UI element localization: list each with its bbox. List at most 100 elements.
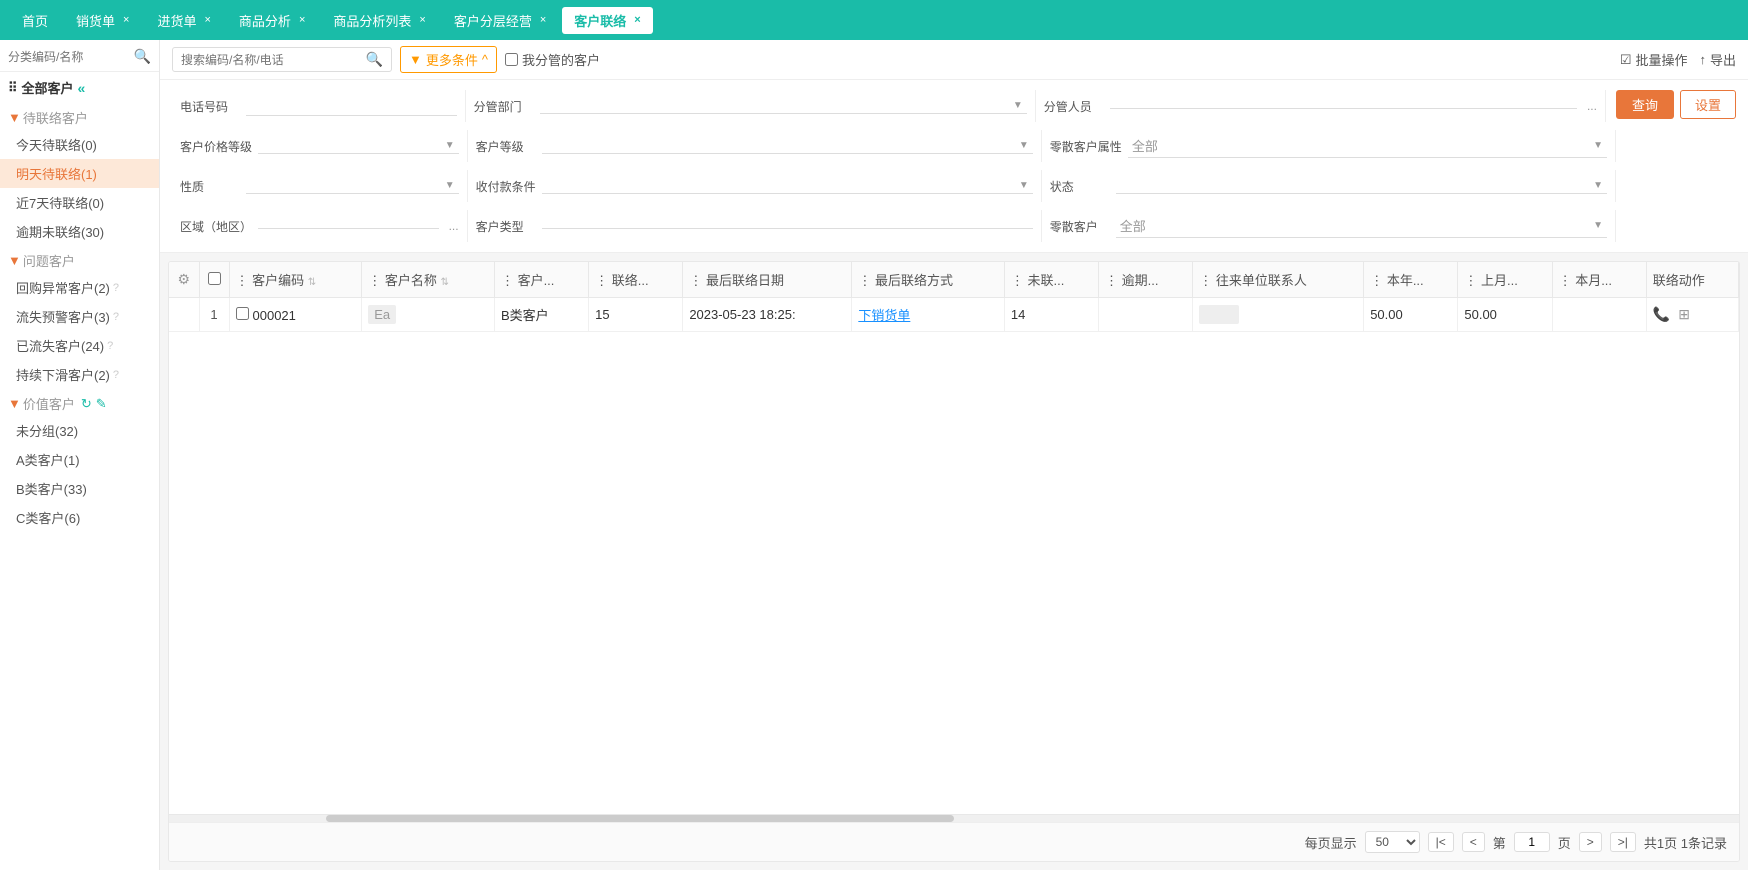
nav-customer-contact-close-icon[interactable]: × <box>634 14 640 26</box>
col-last-date: ⋮ 最后联络日期 <box>683 262 852 298</box>
filter-status: 状态 ▼ <box>1042 170 1616 202</box>
prev-page-btn[interactable]: < <box>1462 832 1485 852</box>
sort-code-icon[interactable]: ⇅ <box>308 277 316 288</box>
filter-region-ellipsis[interactable]: ... <box>449 219 459 233</box>
sidebar-week-contact[interactable]: 近7天待联络(0) <box>0 188 159 217</box>
filter-phone-input[interactable] <box>246 97 457 116</box>
col-contacts: ⋮ 往来单位联系人 <box>1193 262 1364 298</box>
nav-sales[interactable]: 销货单 × <box>64 7 141 34</box>
nav-purchase-close-icon[interactable]: × <box>204 14 210 26</box>
nav-sales-close-icon[interactable]: × <box>123 14 129 26</box>
page-suffix: 页 <box>1558 833 1571 852</box>
help-icon-3[interactable]: ? <box>107 340 113 352</box>
help-icon-2[interactable]: ? <box>113 311 119 323</box>
sidebar-repurchase-abnormal[interactable]: 回购异常客户(2) ? <box>0 273 159 302</box>
next-page-btn[interactable]: > <box>1579 832 1602 852</box>
col-contact: ⋮ 联络... <box>589 262 683 298</box>
page-number-input[interactable] <box>1514 832 1550 852</box>
action-grid-icon[interactable]: ⊞ <box>1678 306 1690 323</box>
page-label: 第 <box>1493 833 1506 852</box>
my-customers-check[interactable] <box>505 53 518 66</box>
filter-retail-attr: 零散客户属性 全部▼ <box>1042 130 1616 162</box>
filter-customer-level-select[interactable]: ▼ <box>542 138 1033 154</box>
row-this-year: 50.00 <box>1364 298 1458 332</box>
nav-customer-tier-close-icon[interactable]: × <box>540 14 546 26</box>
help-icon-4[interactable]: ? <box>113 369 119 381</box>
sidebar-collapse-icon[interactable]: « <box>78 80 86 96</box>
nav-customer-tier[interactable]: 客户分层经营 × <box>442 7 558 34</box>
refresh-icon[interactable]: ↻ <box>81 396 92 412</box>
sidebar-ungrouped[interactable]: 未分组(32) <box>0 416 159 445</box>
sidebar-tomorrow-contact[interactable]: 明天待联络(1) <box>0 159 159 188</box>
sidebar-overdue-contact[interactable]: 逾期未联络(30) <box>0 217 159 246</box>
sort-name-icon[interactable]: ⇅ <box>440 277 448 288</box>
sidebar-c-class[interactable]: C类客户(6) <box>0 503 159 532</box>
nav-product-analysis-close-icon[interactable]: × <box>299 14 305 26</box>
filter-customer-type-select[interactable] <box>542 224 1033 229</box>
search-box: 🔍 <box>172 47 392 72</box>
nav-customer-contact[interactable]: 客户联络 × <box>562 7 652 34</box>
col-last-method: ⋮ 最后联络方式 <box>852 262 1005 298</box>
table-empty-space <box>169 332 1739 814</box>
sidebar-search-input[interactable] <box>8 50 134 64</box>
edit-icon[interactable]: ✎ <box>96 396 107 412</box>
table-scrollbar[interactable] <box>169 814 1739 822</box>
filter-nature-select[interactable]: ▼ <box>246 178 459 194</box>
filter-customer-type: 客户类型 <box>468 210 1042 242</box>
filter-retail-attr-select[interactable]: 全部▼ <box>1128 134 1607 158</box>
col-settings[interactable]: ⚙ <box>169 262 199 298</box>
filter-dept-select[interactable]: ▼ <box>540 98 1027 114</box>
filter-person-ellipsis[interactable]: ... <box>1587 99 1597 113</box>
filter-panel: 电话号码 分管部门 ▼ 分管人员 ... 查询 <box>160 80 1748 253</box>
set-btn[interactable]: 设置 <box>1680 90 1736 119</box>
per-page-select[interactable]: 50 100 200 <box>1365 831 1420 853</box>
nav-product-analysis[interactable]: 商品分析 × <box>227 7 317 34</box>
query-btn[interactable]: 查询 <box>1616 90 1674 119</box>
sidebar-churned[interactable]: 已流失客户(24) ? <box>0 331 159 360</box>
per-page-label: 每页显示 <box>1305 833 1357 852</box>
filter-region-select[interactable] <box>258 224 439 229</box>
table-scroll-thumb[interactable] <box>326 815 954 822</box>
content-area: 🔍 ▼ 更多条件 ^ 我分管的客户 ☑ 批量操作 ↑ 导出 <box>160 40 1748 870</box>
filter-retail-select[interactable]: 全部▼ <box>1116 214 1607 238</box>
col-code: ⋮ 客户编码 ⇅ <box>229 262 362 298</box>
sidebar-all-customers[interactable]: ⠿ 全部客户 « <box>0 72 159 103</box>
export-btn[interactable]: ↑ 导出 <box>1699 50 1736 69</box>
select-all-checkbox[interactable] <box>208 272 221 285</box>
search-button-icon[interactable]: 🔍 <box>366 51 383 68</box>
filter-more-btn[interactable]: ▼ 更多条件 ^ <box>400 46 497 73</box>
row-last-date: 2023-05-23 18:25: <box>683 298 852 332</box>
row-actions: 📞 ⊞ <box>1646 298 1738 332</box>
table-row: 1 000021 Ea B类客户 15 2023-05-23 18:25: <box>169 298 1739 332</box>
help-icon-1[interactable]: ? <box>113 282 119 294</box>
filter-icon: ▼ <box>409 52 422 67</box>
row-overdue <box>1099 298 1193 332</box>
action-phone-icon[interactable]: 📞 <box>1653 306 1670 323</box>
search-input[interactable] <box>181 53 366 67</box>
settings-icon[interactable]: ⚙ <box>177 271 190 287</box>
nav-product-analysis-list[interactable]: 商品分析列表 × <box>321 7 437 34</box>
row-this-month <box>1552 298 1646 332</box>
filter-status-select[interactable]: ▼ <box>1116 178 1607 194</box>
filter-payment-select[interactable]: ▼ <box>542 178 1033 194</box>
first-page-btn[interactable]: |< <box>1428 832 1454 852</box>
last-page-btn[interactable]: >| <box>1610 832 1636 852</box>
sidebar-a-class[interactable]: A类客户(1) <box>0 445 159 474</box>
bulk-op-btn[interactable]: ☑ 批量操作 <box>1620 50 1688 69</box>
sidebar-churn-warning[interactable]: 流失预警客户(3) ? <box>0 302 159 331</box>
sidebar-today-contact[interactable]: 今天待联络(0) <box>0 130 159 159</box>
sidebar-declining[interactable]: 持续下滑客户(2) ? <box>0 360 159 389</box>
sidebar-b-class[interactable]: B类客户(33) <box>0 474 159 503</box>
filter-phone: 电话号码 <box>172 90 466 122</box>
nav-home[interactable]: 首页 <box>10 7 60 34</box>
filter-price-level-select[interactable]: ▼ <box>258 138 459 154</box>
row-last-method-link[interactable]: 下销货单 <box>858 308 910 323</box>
nav-product-analysis-list-close-icon[interactable]: × <box>419 14 425 26</box>
sidebar: 🔍 ⠿ 全部客户 « ▼ 待联络客户 今天待联络(0) 明天待联络(1) 近7天… <box>0 40 160 870</box>
my-customers-checkbox[interactable]: 我分管的客户 <box>505 50 600 69</box>
table-container: ⚙ ⋮ 客户编码 ⇅ ⋮ 客户名称 ⇅ <box>168 261 1740 862</box>
filter-person-select[interactable] <box>1110 104 1577 109</box>
nav-purchase[interactable]: 进货单 × <box>145 7 222 34</box>
row-select-cb[interactable] <box>236 307 249 320</box>
sidebar-search-icon[interactable]: 🔍 <box>134 48 151 65</box>
